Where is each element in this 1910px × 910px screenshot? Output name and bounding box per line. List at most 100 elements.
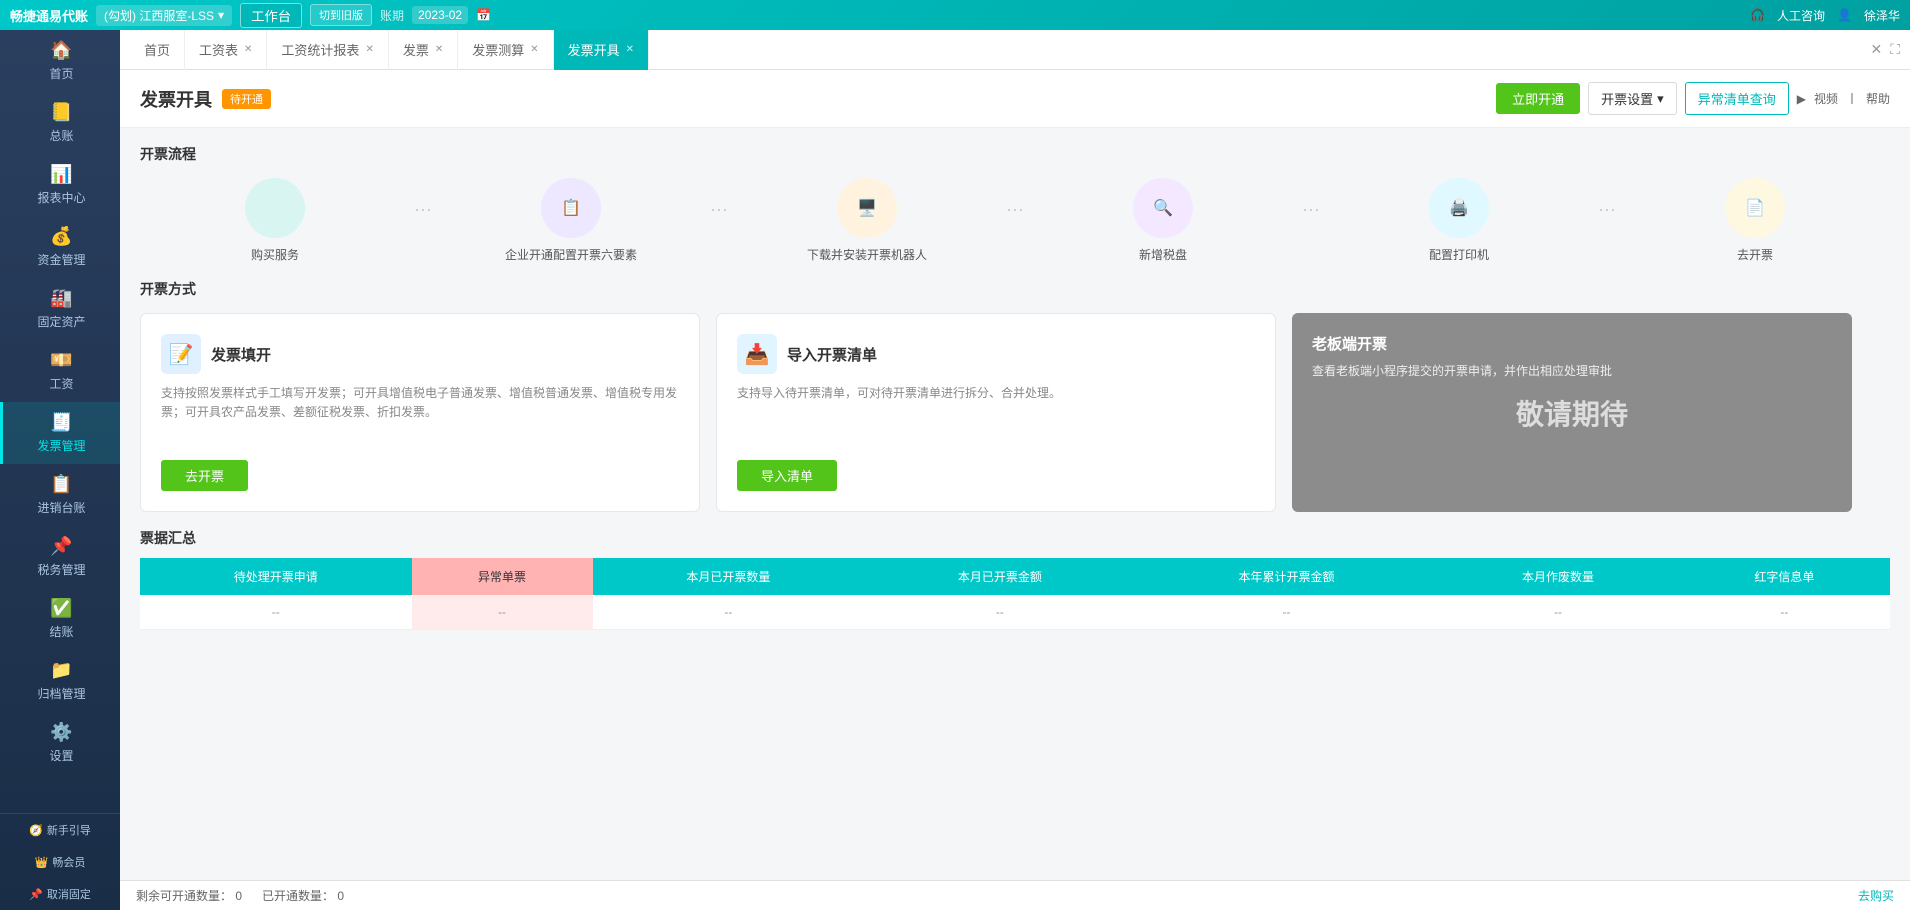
tab-restore-icon[interactable]: ⛶ (1890, 41, 1900, 58)
tab-invoice-issue-close[interactable]: ✕ (626, 44, 634, 55)
sidebar-item-guide[interactable]: 🧭 新手引导 (0, 814, 120, 846)
sidebar-pin-button[interactable]: 📌 取消固定 (0, 878, 120, 910)
buy-link[interactable]: 去购买 (1858, 887, 1894, 904)
assets-icon: 🏭 (50, 288, 72, 309)
funds-icon: 💰 (50, 226, 72, 247)
workspace-button[interactable]: 工作台 (240, 3, 302, 28)
td-void-qty: -- (1437, 595, 1678, 630)
flow-step-add-taxbox[interactable]: 🔍 新增税盘 (1028, 178, 1298, 263)
td-yearly-amt: -- (1136, 595, 1438, 630)
help-video-label[interactable]: 视频 (1814, 90, 1838, 107)
sidebar-label-tax: 税务管理 (37, 561, 85, 578)
flow-steps: 🛒 购买服务 ⋯ 📋 企业开通配置开票六要素 (140, 178, 1890, 263)
th-red-info: 红字信息单 (1679, 558, 1890, 595)
sidebar: 🏠 首页 📒 总账 📊 报表中心 💰 资金管理 🏭 固定资产 💴 工资 🧾 发票… (0, 30, 120, 910)
download-robot-icon: 🖥️ (837, 178, 897, 238)
method-manual-title: 发票填开 (211, 344, 271, 365)
tab-salary-report-close[interactable]: ✕ (365, 44, 373, 55)
boss-card-header: 老板端开票 查看老板端小程序提交的开票申请，并作出相应处理审批 (1312, 333, 1832, 381)
flow-step-buy-service[interactable]: 🛒 购买服务 (140, 178, 410, 263)
add-taxbox-icon: 🔍 (1133, 178, 1193, 238)
company-selector[interactable]: (勾划) 江西服室-LSS ▾ (96, 5, 232, 26)
remaining-text: 剩余可开通数量： (136, 889, 232, 903)
tab-invoice[interactable]: 发票 ✕ (389, 30, 458, 70)
config-printer-label: 配置打印机 (1429, 246, 1489, 263)
instant-open-button[interactable]: 立即开通 (1496, 83, 1580, 114)
tab-bar: 首页 工资表 ✕ 工资统计报表 ✕ 发票 ✕ 发票测算 ✕ 发票开具 ✕ (120, 30, 1910, 70)
page-actions: 立即开通 开票设置 ▾ 异常清单查询 ▶ 视频 丨 帮助 (1496, 82, 1890, 115)
sidebar-item-home[interactable]: 🏠 首页 (0, 30, 120, 92)
sidebar-item-purchase-sales[interactable]: 📋 进销台账 (0, 464, 120, 526)
sidebar-item-reports[interactable]: 📊 报表中心 (0, 154, 120, 216)
tab-invoice-issue[interactable]: 发票开具 ✕ (554, 30, 649, 70)
th-yearly-amount: 本年累计开票金额 (1136, 558, 1438, 595)
tax-icon: 📌 (50, 536, 72, 557)
download-robot-label: 下载并安装开票机器人 (807, 246, 927, 263)
svg-text:📄: 📄 (1745, 198, 1765, 217)
summary-table-header-row: 待处理开票申请 异常单票 本月已开票数量 本月已开票金额 本年累计开票金额 本月… (140, 558, 1890, 595)
sidebar-label-invoice-mgmt: 发票管理 (37, 437, 85, 454)
invoice-mgmt-icon: 🧾 (50, 412, 72, 433)
method-manual-icon: 📝 (161, 334, 201, 374)
support-label[interactable]: 人工咨询 (1777, 7, 1825, 24)
home-icon: 🏠 (50, 40, 72, 61)
help-separator: 丨 (1846, 90, 1858, 107)
method-manual-button[interactable]: 去开票 (161, 460, 248, 491)
issue-invoice-label: 去开票 (1737, 246, 1773, 263)
tab-invoice-close[interactable]: ✕ (435, 44, 443, 55)
tab-salary-report-label: 工资统计报表 (281, 40, 359, 59)
tab-salary[interactable]: 工资表 ✕ (185, 30, 267, 70)
svg-text:🖨️: 🖨️ (1449, 198, 1469, 217)
sidebar-item-invoice-mgmt[interactable]: 🧾 发票管理 (0, 402, 120, 464)
support-icon: 🎧 (1750, 8, 1765, 22)
td-red-info: -- (1679, 595, 1890, 630)
sidebar-item-settings[interactable]: ⚙️ 设置 (0, 712, 120, 774)
tab-invoice-calc-label: 发票测算 (472, 40, 524, 59)
sidebar-item-member[interactable]: 👑 畅会员 (0, 846, 120, 878)
sidebar-item-salary[interactable]: 💴 工资 (0, 340, 120, 402)
company-setup-icon: 📋 (541, 178, 601, 238)
sidebar-label-reports: 报表中心 (37, 189, 85, 206)
tab-salary-report[interactable]: 工资统计报表 ✕ (267, 30, 388, 70)
tab-close-all-icon[interactable]: ✕ (1870, 41, 1882, 58)
flow-step-config-printer[interactable]: 🖨️ 配置打印机 (1324, 178, 1594, 263)
sidebar-item-settlement[interactable]: ✅ 结账 (0, 588, 120, 650)
sidebar-item-assets[interactable]: 🏭 固定资产 (0, 278, 120, 340)
tab-home[interactable]: 首页 (130, 30, 185, 70)
sidebar-item-tax[interactable]: 📌 税务管理 (0, 526, 120, 588)
period-value[interactable]: 2023-02 (412, 6, 468, 24)
sidebar-item-archive[interactable]: 📁 归档管理 (0, 650, 120, 712)
flow-step-company-setup[interactable]: 📋 企业开通配置开票六要素 (436, 178, 706, 263)
svg-text:📋: 📋 (561, 198, 581, 217)
user-name[interactable]: 徐泽华 (1864, 7, 1900, 24)
sidebar-label-settlement: 结账 (49, 623, 73, 640)
method-import-title: 导入开票清单 (787, 344, 877, 365)
switch-old-button[interactable]: 切到旧版 (310, 4, 372, 26)
sidebar-item-funds[interactable]: 💰 资金管理 (0, 216, 120, 278)
method-manual-desc: 支持按照发票样式手工填写开发票；可开具增值税电子普通发票、增值税普通发票、增值税… (161, 384, 679, 444)
tab-invoice-calc-close[interactable]: ✕ (530, 44, 538, 55)
opened-text: 已开通数量： (262, 889, 334, 903)
th-monthly-quantity: 本月已开票数量 (593, 558, 865, 595)
salary-icon: 💴 (50, 350, 72, 371)
main-layout: 🏠 首页 📒 总账 📊 报表中心 💰 资金管理 🏭 固定资产 💴 工资 🧾 发票… (0, 30, 1910, 910)
help-label[interactable]: 帮助 (1866, 90, 1890, 107)
flow-step-download-robot[interactable]: 🖥️ 下载并安装开票机器人 (732, 178, 1002, 263)
open-settings-button[interactable]: 开票设置 ▾ (1588, 82, 1677, 115)
company-label: (勾划) 江西服室-LSS (104, 7, 214, 24)
td-pending: -- (140, 595, 412, 630)
flow-step-issue-invoice[interactable]: 📄 去开票 (1620, 178, 1890, 263)
method-import-button[interactable]: 导入清单 (737, 460, 837, 491)
flow-arrow-4: ⋯ (1302, 200, 1320, 241)
calendar-icon: 📅 (476, 8, 491, 22)
sidebar-item-ledger[interactable]: 📒 总账 (0, 92, 120, 154)
purchase-sales-icon: 📋 (50, 474, 72, 495)
pin-icon: 📌 (29, 888, 43, 901)
flow-arrow-5: ⋯ (1598, 200, 1616, 241)
settings-icon: ⚙️ (50, 722, 72, 743)
tab-invoice-calc[interactable]: 发票测算 ✕ (458, 30, 553, 70)
tab-salary-close[interactable]: ✕ (244, 44, 252, 55)
guide-label: 新手引导 (47, 822, 91, 838)
abnormal-query-button[interactable]: 异常清单查询 (1685, 82, 1789, 115)
page-header: 发票开具 待开通 立即开通 开票设置 ▾ 异常清单查询 ▶ 视频 丨 帮助 (120, 70, 1910, 128)
